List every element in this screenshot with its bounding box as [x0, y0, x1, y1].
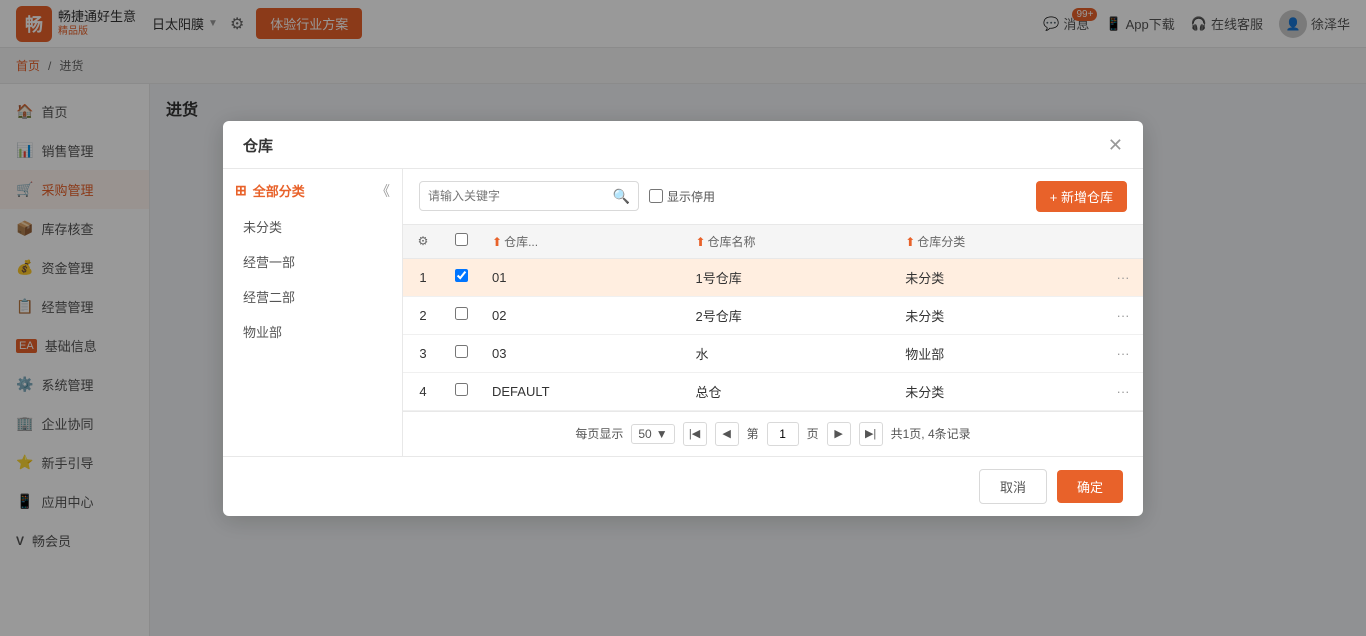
- category-item-dept1[interactable]: 经营一部: [223, 244, 402, 279]
- more-actions-icon[interactable]: ···: [1117, 346, 1130, 361]
- row-select-checkbox[interactable]: [455, 307, 468, 320]
- col-name: ⬆仓库名称: [683, 225, 893, 259]
- table-row[interactable]: 4 DEFAULT 总仓 未分类 ···: [403, 372, 1143, 410]
- total-records: 共1页, 4条记录: [891, 425, 971, 442]
- row-code: 01: [480, 258, 683, 296]
- category-all-label: 全部分类: [253, 181, 305, 200]
- page-suffix: 页: [807, 425, 819, 442]
- row-checkbox[interactable]: [443, 296, 480, 334]
- content-panel: 🔍 显示停用 + 新增仓库 ⚙: [403, 169, 1143, 456]
- prev-page-button[interactable]: ◀: [715, 422, 739, 446]
- search-icon[interactable]: 🔍: [613, 188, 630, 205]
- category-all-item[interactable]: ⊞ 全部分类: [235, 181, 305, 200]
- category-header: ⊞ 全部分类 《: [223, 181, 402, 209]
- more-actions-icon[interactable]: ···: [1117, 308, 1130, 323]
- modal-overlay: 仓库 ✕ ⊞ 全部分类 《 未分类 经营一部 经营二部 物业部: [0, 0, 1366, 636]
- row-name: 1号仓库: [683, 258, 893, 296]
- modal-title: 仓库: [243, 135, 273, 156]
- row-category: 未分类: [893, 258, 1103, 296]
- search-box[interactable]: 🔍: [419, 181, 639, 211]
- row-index: 4: [403, 372, 443, 410]
- table-row[interactable]: 3 03 水 物业部 ···: [403, 334, 1143, 372]
- cancel-button[interactable]: 取消: [979, 469, 1047, 504]
- category-item-unclassified[interactable]: 未分类: [223, 209, 402, 244]
- row-name: 总仓: [683, 372, 893, 410]
- add-warehouse-button[interactable]: + 新增仓库: [1036, 181, 1127, 212]
- collapse-icon[interactable]: 《: [376, 181, 390, 201]
- sort-icon3: ⬆: [905, 235, 915, 249]
- confirm-button[interactable]: 确定: [1057, 470, 1123, 503]
- table-row[interactable]: 2 02 2号仓库 未分类 ···: [403, 296, 1143, 334]
- modal-body: ⊞ 全部分类 《 未分类 经营一部 经营二部 物业部 🔍: [223, 169, 1143, 456]
- category-item-dept2[interactable]: 经营二部: [223, 279, 402, 314]
- col-settings: ⚙: [403, 225, 443, 259]
- row-select-checkbox[interactable]: [455, 383, 468, 396]
- row-category: 未分类: [893, 296, 1103, 334]
- per-page-arrow-icon: ▼: [656, 427, 668, 441]
- row-code: DEFAULT: [480, 372, 683, 410]
- warehouse-table: ⚙ ⬆仓库... ⬆仓库名称 ⬆仓库分类 1 01 1号仓库 未分类 ···: [403, 225, 1143, 411]
- sort-icon: ⬆: [492, 235, 502, 249]
- pagination: 每页显示 50 ▼ |◀ ◀ 第 页 ▶ ▶| 共1页, 4条记录: [403, 411, 1143, 456]
- show-disabled-text: 显示停用: [667, 188, 715, 205]
- row-checkbox[interactable]: [443, 258, 480, 296]
- warehouse-modal: 仓库 ✕ ⊞ 全部分类 《 未分类 经营一部 经营二部 物业部: [223, 121, 1143, 516]
- row-category: 物业部: [893, 334, 1103, 372]
- col-category: ⬆仓库分类: [893, 225, 1103, 259]
- grid-icon: ⊞: [235, 182, 247, 199]
- page-label: 第: [747, 425, 759, 442]
- row-actions[interactable]: ···: [1103, 372, 1143, 410]
- first-page-button[interactable]: |◀: [683, 422, 707, 446]
- show-disabled-label[interactable]: 显示停用: [649, 188, 715, 205]
- next-page-button[interactable]: ▶: [827, 422, 851, 446]
- last-page-button[interactable]: ▶|: [859, 422, 883, 446]
- col-actions: [1103, 225, 1143, 259]
- row-actions[interactable]: ···: [1103, 334, 1143, 372]
- per-page-select[interactable]: 50 ▼: [631, 424, 674, 444]
- sort-icon2: ⬆: [695, 235, 705, 249]
- modal-footer: 取消 确定: [223, 456, 1143, 516]
- row-name: 2号仓库: [683, 296, 893, 334]
- row-name: 水: [683, 334, 893, 372]
- row-code: 03: [480, 334, 683, 372]
- col-code: ⬆仓库...: [480, 225, 683, 259]
- select-all-checkbox[interactable]: [455, 233, 468, 246]
- table-row[interactable]: 1 01 1号仓库 未分类 ···: [403, 258, 1143, 296]
- per-page-value: 50: [638, 427, 651, 441]
- row-index: 3: [403, 334, 443, 372]
- row-checkbox[interactable]: [443, 334, 480, 372]
- row-select-checkbox[interactable]: [455, 269, 468, 282]
- row-index: 1: [403, 258, 443, 296]
- col-checkbox: [443, 225, 480, 259]
- row-code: 02: [480, 296, 683, 334]
- row-select-checkbox[interactable]: [455, 345, 468, 358]
- search-input[interactable]: [428, 189, 613, 203]
- row-actions[interactable]: ···: [1103, 258, 1143, 296]
- page-input[interactable]: [767, 422, 799, 446]
- row-category: 未分类: [893, 372, 1103, 410]
- per-page-label: 每页显示: [575, 425, 623, 442]
- modal-close-button[interactable]: ✕: [1108, 135, 1123, 156]
- modal-header: 仓库 ✕: [223, 121, 1143, 169]
- row-checkbox[interactable]: [443, 372, 480, 410]
- more-actions-icon[interactable]: ···: [1117, 384, 1130, 399]
- show-disabled-checkbox[interactable]: [649, 189, 663, 203]
- row-index: 2: [403, 296, 443, 334]
- content-toolbar: 🔍 显示停用 + 新增仓库: [403, 169, 1143, 225]
- row-actions[interactable]: ···: [1103, 296, 1143, 334]
- category-panel: ⊞ 全部分类 《 未分类 经营一部 经营二部 物业部: [223, 169, 403, 456]
- more-actions-icon[interactable]: ···: [1117, 270, 1130, 285]
- category-item-property[interactable]: 物业部: [223, 314, 402, 349]
